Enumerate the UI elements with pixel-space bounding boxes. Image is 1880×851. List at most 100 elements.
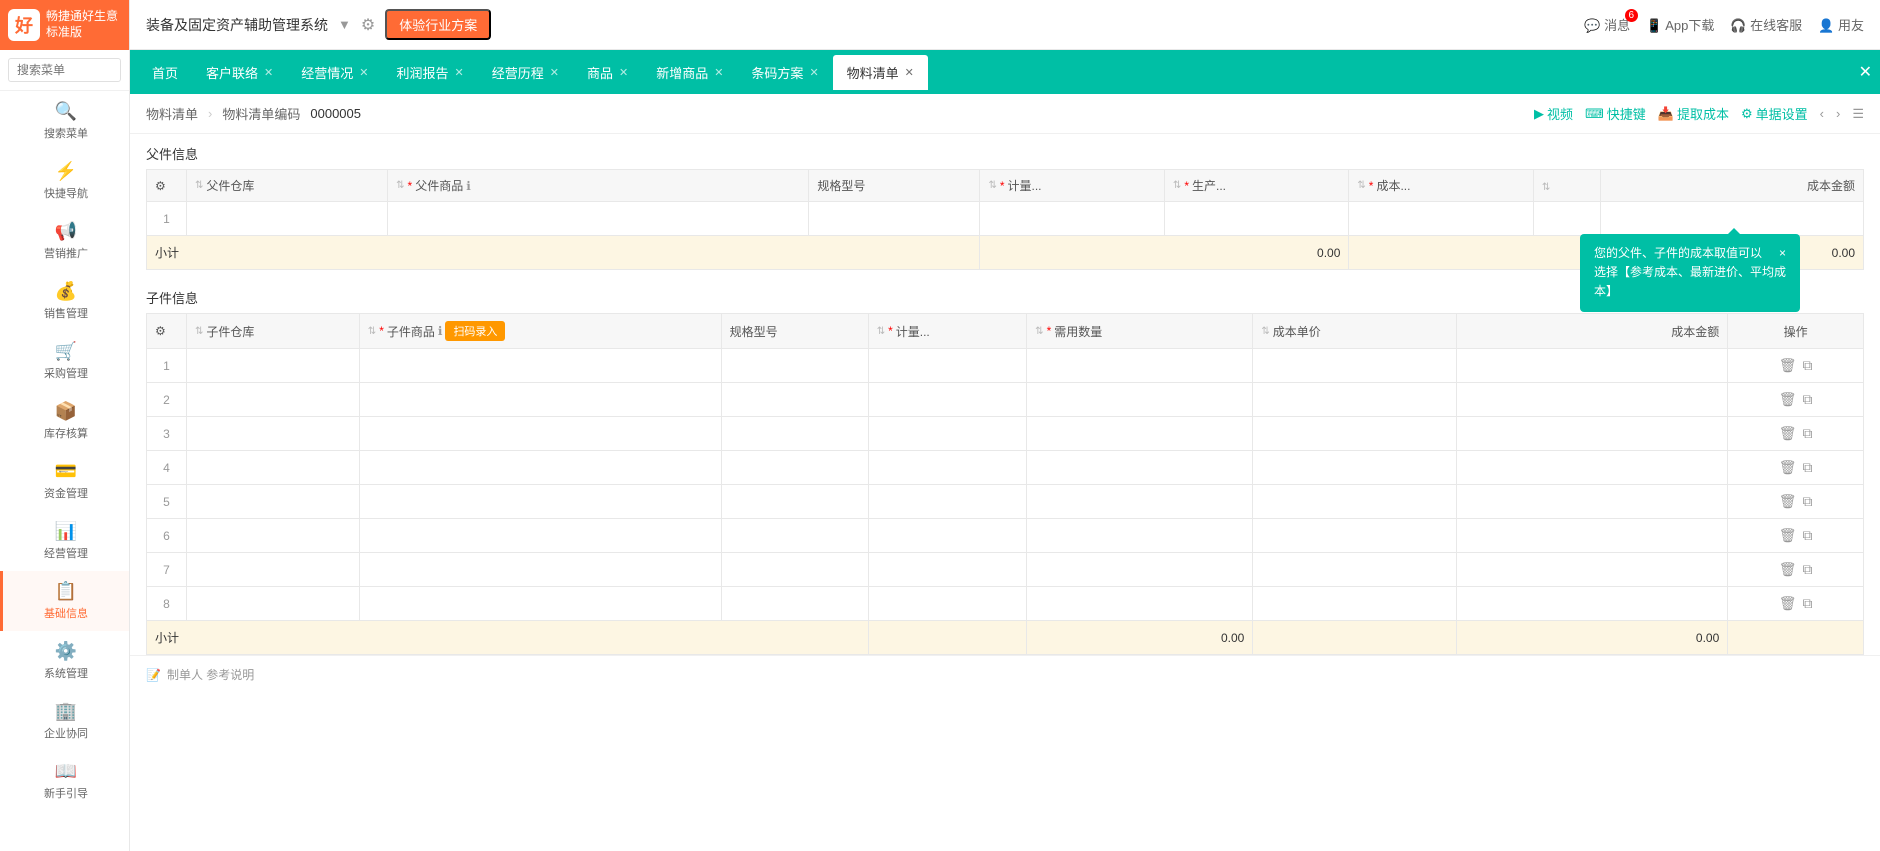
delete-icon[interactable]: 🗑 (1779, 391, 1797, 408)
child-goods-cell[interactable] (359, 383, 721, 417)
child-spec-cell[interactable] (721, 485, 868, 519)
copy-icon[interactable]: ⧉ (1803, 425, 1813, 442)
child-warehouse-cell[interactable] (187, 485, 360, 519)
sidebar-item-operation-mgr[interactable]: 📊 经营管理 (0, 511, 129, 571)
tab-history[interactable]: 经营历程 ✕ (478, 55, 573, 90)
child-warehouse-cell[interactable] (187, 519, 360, 553)
sort-icon[interactable]: ⇅ (396, 180, 404, 191)
sidebar-item-search[interactable]: 🔍 搜索菜单 (0, 91, 129, 151)
tab-barcode[interactable]: 条码方案 ✕ (737, 55, 832, 90)
child-warehouse-cell[interactable] (187, 451, 360, 485)
child-warehouse-cell[interactable] (187, 553, 360, 587)
parent-unit-cell[interactable] (980, 202, 1164, 236)
sidebar-item-basic-info[interactable]: 📋 基础信息 (0, 571, 129, 631)
delete-icon[interactable]: 🗑 (1779, 493, 1797, 510)
child-unit-cost-cell[interactable] (1253, 451, 1457, 485)
sidebar-item-inventory[interactable]: 📦 库存核算 (0, 391, 129, 451)
sort-icon[interactable]: ⇅ (368, 326, 376, 337)
tab-operation[interactable]: 经营情况 ✕ (287, 55, 382, 90)
sort-icon[interactable]: ⇅ (1261, 326, 1269, 337)
video-btn[interactable]: ▶ 视频 (1534, 104, 1573, 123)
child-qty-cell[interactable] (1027, 349, 1253, 383)
child-warehouse-cell[interactable] (187, 417, 360, 451)
copy-icon[interactable]: ⧉ (1803, 561, 1813, 578)
child-qty-cell[interactable] (1027, 587, 1253, 621)
tab-close-icon[interactable]: ✕ (550, 66, 559, 79)
child-goods-cell[interactable] (359, 349, 721, 383)
sort-icon[interactable]: ⇅ (1173, 180, 1181, 191)
tab-new-goods[interactable]: 新增商品 ✕ (642, 55, 737, 90)
sort-icon[interactable]: ⇅ (1357, 180, 1365, 191)
parent-cost-cell[interactable] (1349, 202, 1533, 236)
single-settings-btn[interactable]: ⚙ 单据设置 (1741, 104, 1808, 123)
copy-icon[interactable]: ⧉ (1803, 493, 1813, 510)
copy-icon[interactable]: ⧉ (1803, 459, 1813, 476)
child-unit-cost-cell[interactable] (1253, 417, 1457, 451)
child-spec-cell[interactable] (721, 383, 868, 417)
dropdown-icon[interactable]: ▼ (338, 17, 351, 32)
close-all-tabs-btn[interactable]: ✕ (1859, 62, 1872, 82)
tab-close-icon[interactable]: ✕ (619, 66, 628, 79)
child-qty-cell[interactable] (1027, 451, 1253, 485)
tab-close-icon[interactable]: ✕ (809, 66, 818, 79)
child-unit-cell[interactable] (868, 553, 1026, 587)
child-unit-cell[interactable] (868, 349, 1026, 383)
app-download-btn[interactable]: 📱 App下载 (1646, 15, 1714, 34)
delete-icon[interactable]: 🗑 (1779, 561, 1797, 578)
sidebar-item-quick-nav[interactable]: ⚡ 快捷导航 (0, 151, 129, 211)
child-unit-cost-cell[interactable] (1253, 519, 1457, 553)
user-btn[interactable]: 👤 用友 (1818, 15, 1864, 34)
child-qty-cell[interactable] (1027, 485, 1253, 519)
sort-icon[interactable]: ⇅ (988, 180, 996, 191)
online-service-btn[interactable]: 🎧 在线客服 (1730, 15, 1802, 34)
child-unit-cost-cell[interactable] (1253, 485, 1457, 519)
child-qty-cell[interactable] (1027, 417, 1253, 451)
child-goods-cell[interactable] (359, 451, 721, 485)
parent-warehouse-cell[interactable] (187, 202, 388, 236)
trial-button[interactable]: 体验行业方案 (385, 9, 491, 40)
parent-spec-cell[interactable] (809, 202, 980, 236)
child-unit-cell[interactable] (868, 485, 1026, 519)
sidebar-item-purchase[interactable]: 🛒 采购管理 (0, 331, 129, 391)
child-unit-cell[interactable] (868, 587, 1026, 621)
parent-th-settings[interactable]: ⚙ (147, 170, 187, 202)
child-unit-cell[interactable] (868, 417, 1026, 451)
child-unit-cost-cell[interactable] (1253, 383, 1457, 417)
tab-goods[interactable]: 商品 ✕ (573, 55, 642, 90)
sidebar-item-sales[interactable]: 💰 销售管理 (0, 271, 129, 331)
copy-icon[interactable]: ⧉ (1803, 527, 1813, 544)
child-qty-cell[interactable] (1027, 383, 1253, 417)
child-spec-cell[interactable] (721, 349, 868, 383)
child-spec-cell[interactable] (721, 451, 868, 485)
copy-icon[interactable]: ⧉ (1803, 391, 1813, 408)
tab-profit[interactable]: 利润报告 ✕ (382, 55, 477, 90)
child-warehouse-cell[interactable] (187, 587, 360, 621)
child-unit-cost-cell[interactable] (1253, 553, 1457, 587)
nav-next-btn[interactable]: › (1836, 106, 1840, 121)
delete-icon[interactable]: 🗑 (1779, 459, 1797, 476)
child-unit-cell[interactable] (868, 451, 1026, 485)
sidebar-item-guide[interactable]: 📖 新手引导 (0, 751, 129, 811)
child-warehouse-cell[interactable] (187, 349, 360, 383)
child-spec-cell[interactable] (721, 587, 868, 621)
child-qty-cell[interactable] (1027, 519, 1253, 553)
scan-button[interactable]: 扫码录入 (445, 321, 505, 341)
child-goods-cell[interactable] (359, 485, 721, 519)
tab-customer[interactable]: 客户联络 ✕ (192, 55, 287, 90)
search-input[interactable] (8, 58, 121, 82)
parent-goods-cell[interactable] (388, 202, 809, 236)
info-icon[interactable]: ℹ (438, 324, 443, 338)
sidebar-item-enterprise[interactable]: 🏢 企业协同 (0, 691, 129, 751)
tab-bom[interactable]: 物料清单 ✕ (833, 55, 928, 90)
child-spec-cell[interactable] (721, 417, 868, 451)
child-unit-cost-cell[interactable] (1253, 349, 1457, 383)
tab-close-icon[interactable]: ✕ (359, 66, 368, 79)
child-goods-cell[interactable] (359, 587, 721, 621)
delete-icon[interactable]: 🗑 (1779, 527, 1797, 544)
delete-icon[interactable]: 🗑 (1779, 357, 1797, 374)
message-btn[interactable]: 💬 6 消息 (1584, 15, 1630, 34)
shortcut-btn[interactable]: ⌨ 快捷键 (1585, 104, 1646, 123)
parent-produce-cell[interactable] (1164, 202, 1348, 236)
delete-icon[interactable]: 🗑 (1779, 425, 1797, 442)
tab-close-icon[interactable]: ✕ (455, 66, 464, 79)
